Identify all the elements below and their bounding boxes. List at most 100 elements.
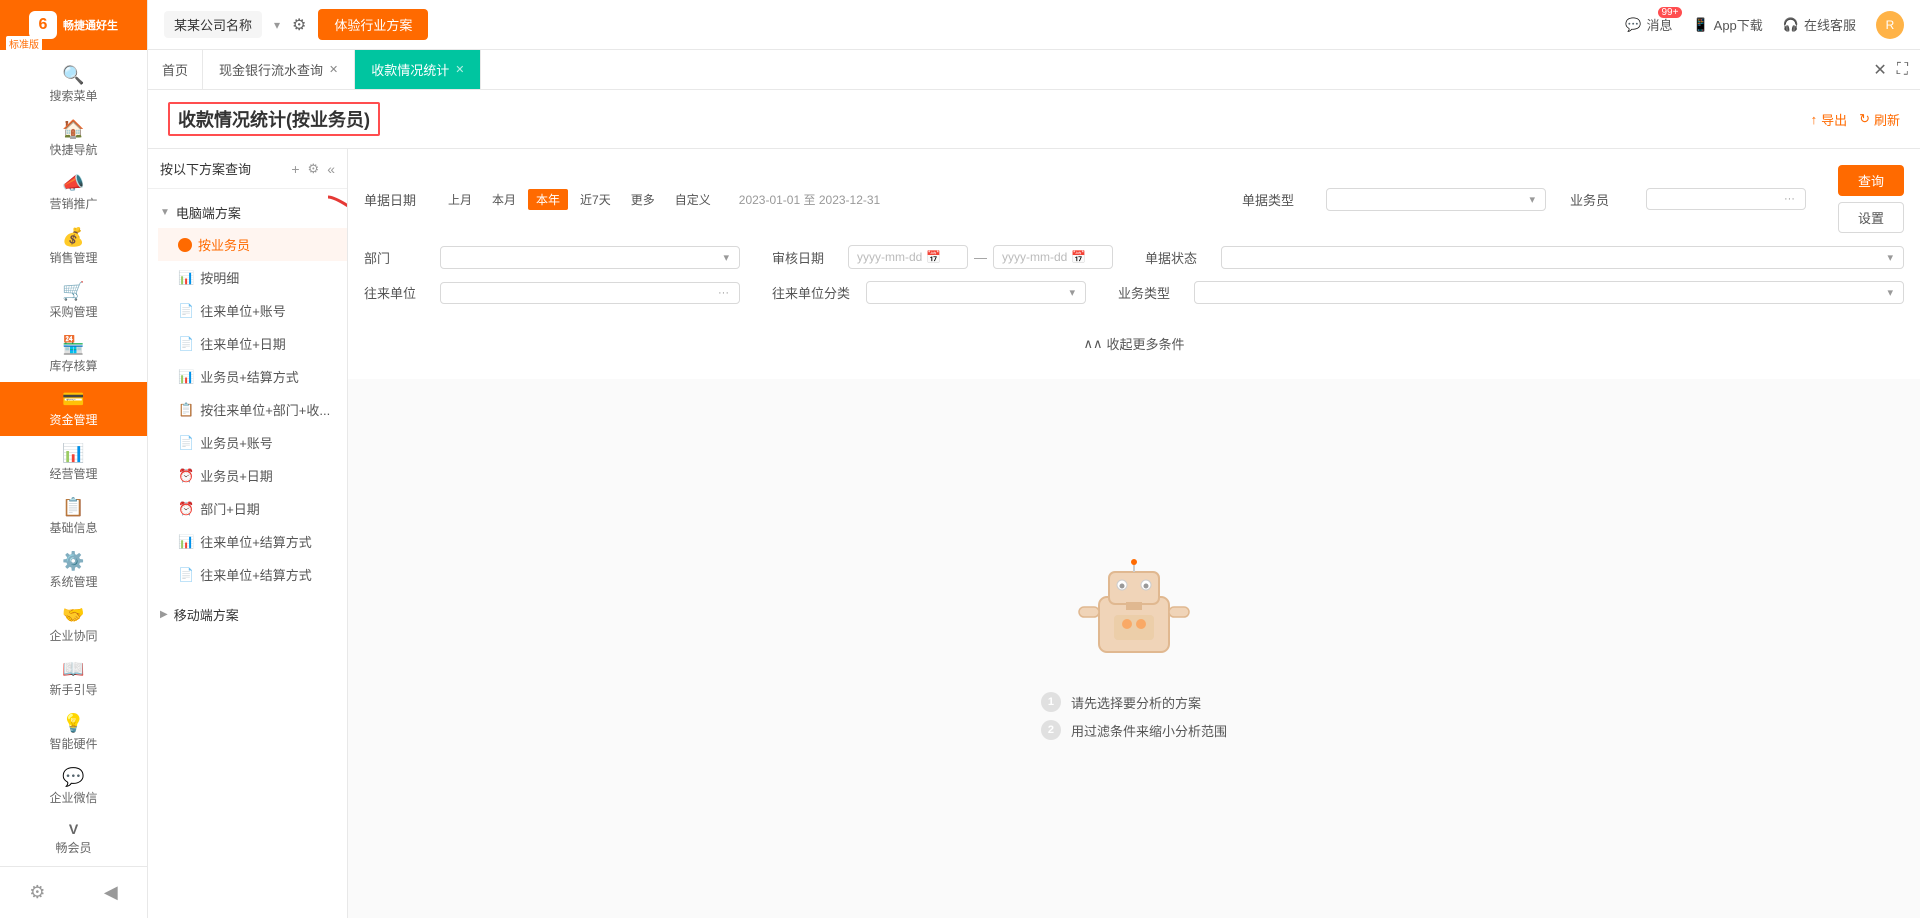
bill-type-chevron: ▾ bbox=[1529, 193, 1535, 206]
settings-button[interactable]: 设置 bbox=[1838, 202, 1904, 233]
sidebar-item-quick-nav[interactable]: 🏠 快捷导航 bbox=[0, 112, 147, 166]
scheme-add-icon[interactable]: + bbox=[291, 161, 299, 177]
tab-bank-flow[interactable]: 现金银行流水查询 ✕ bbox=[203, 50, 355, 89]
app-download-action[interactable]: 📱 App下载 bbox=[1692, 15, 1762, 34]
scheme-item-unit-settle2[interactable]: 📄 往来单位+结算方式 bbox=[158, 558, 347, 591]
sidebar-item-label: 经营管理 bbox=[49, 465, 97, 482]
sidebar-collapse-btn[interactable]: ◀ bbox=[99, 877, 123, 908]
export-label: 导出 bbox=[1821, 110, 1847, 129]
bill-type-select[interactable]: ▾ bbox=[1326, 188, 1546, 211]
scheme-item-unit-account[interactable]: 📄 往来单位+账号 bbox=[158, 294, 347, 327]
sidebar-item-wechat[interactable]: 💬 企业微信 bbox=[0, 760, 147, 814]
sidebar-settings-btn[interactable]: ⚙ bbox=[24, 877, 50, 908]
scheme-collapse-icon[interactable]: « bbox=[327, 161, 335, 177]
export-button[interactable]: ↑ 导出 bbox=[1811, 110, 1848, 129]
date-btn-more[interactable]: 更多 bbox=[623, 189, 663, 210]
expand-window-icon[interactable]: ⛶ bbox=[1897, 61, 1908, 79]
sidebar-item-operation[interactable]: 📊 经营管理 bbox=[0, 436, 147, 490]
scheme-item-unit-settle[interactable]: 📊 往来单位+结算方式 bbox=[158, 525, 347, 558]
sidebar-item-label: 快捷导航 bbox=[49, 141, 97, 158]
sidebar-item-label: 搜索菜单 bbox=[49, 87, 97, 104]
scheme-item-unit-dept-collect[interactable]: 📋 按往来单位+部门+收... bbox=[158, 393, 347, 426]
sidebar-item-label: 系统管理 bbox=[49, 573, 97, 590]
tab-collection-close[interactable]: ✕ bbox=[455, 63, 464, 76]
review-date-from[interactable]: yyyy-mm-dd 📅 bbox=[848, 245, 968, 269]
date-btn-last-month[interactable]: 上月 bbox=[440, 189, 480, 210]
sidebar-item-inventory[interactable]: 🏪 库存核算 bbox=[0, 328, 147, 382]
sidebar-item-enterprise[interactable]: 🤝 企业协同 bbox=[0, 598, 147, 652]
company-dropdown-icon[interactable]: ▾ bbox=[274, 18, 280, 32]
collapse-row[interactable]: ∧∧ 收起更多条件 bbox=[364, 324, 1904, 363]
page-header: 收款情况统计(按业务员) ↑ 导出 ↻ 刷新 bbox=[148, 90, 1920, 149]
tab-bank-flow-close[interactable]: ✕ bbox=[329, 63, 338, 76]
tab-home[interactable]: 首页 bbox=[148, 50, 203, 89]
bill-status-chevron: ▾ bbox=[1887, 251, 1893, 264]
sidebar-item-purchase[interactable]: 🛒 采购管理 bbox=[0, 274, 147, 328]
sidebar-item-vip[interactable]: V 畅会员 bbox=[0, 814, 147, 864]
scheme-item-salesman-date[interactable]: ⏰ 业务员+日期 bbox=[158, 459, 347, 492]
sidebar-item-label: 畅会员 bbox=[55, 839, 91, 856]
filter-area: 单据日期 上月 本月 本年 近7天 更多 自定义 2023-01-01 至 20… bbox=[348, 149, 1920, 379]
date-quick-btns: 上月 本月 本年 近7天 更多 自定义 bbox=[440, 189, 719, 210]
refresh-button[interactable]: ↻ 刷新 bbox=[1859, 110, 1900, 129]
trial-button[interactable]: 体验行业方案 bbox=[318, 9, 428, 40]
from-unit-chevron: ··· bbox=[718, 287, 729, 299]
scheme-group-mobile-header[interactable]: ▶ 移动端方案 bbox=[148, 599, 347, 630]
close-window-icon[interactable]: ✕ bbox=[1873, 60, 1886, 80]
scheme-item-label: 往来单位+日期 bbox=[200, 334, 286, 353]
dept-select[interactable]: ▾ bbox=[440, 246, 740, 269]
bill-status-select[interactable]: ▾ bbox=[1221, 246, 1904, 269]
scheme-item-salesman-account[interactable]: 📄 业务员+账号 bbox=[158, 426, 347, 459]
header-left: 某某公司名称 ▾ ⚙ 体验行业方案 bbox=[164, 9, 428, 40]
page-title: 收款情况统计(按业务员) bbox=[168, 102, 380, 136]
user-avatar[interactable]: R bbox=[1876, 11, 1904, 39]
scheme-item-label: 往来单位+账号 bbox=[200, 301, 286, 320]
sidebar-item-basic-info[interactable]: 📋 基础信息 bbox=[0, 490, 147, 544]
date-range-display: 2023-01-01 至 2023-12-31 bbox=[739, 191, 880, 208]
scheme-item-label: 往来单位+结算方式 bbox=[200, 565, 312, 584]
scheme-group-desktop-header[interactable]: ▼ 电脑端方案 bbox=[148, 197, 347, 228]
date-btn-custom[interactable]: 自定义 bbox=[667, 189, 719, 210]
step-2-text: 用过滤条件来缩小分析范围 bbox=[1071, 721, 1227, 740]
sidebar-item-marketing[interactable]: 📣 营销推广 bbox=[0, 166, 147, 220]
sidebar-item-label: 采购管理 bbox=[49, 303, 97, 320]
sidebar-item-finance[interactable]: 💳 资金管理 bbox=[0, 382, 147, 436]
date-btn-last-7days[interactable]: 近7天 bbox=[572, 189, 619, 210]
salesman-select[interactable]: ··· bbox=[1646, 188, 1806, 210]
scheme-item-salesman-settle[interactable]: 📊 业务员+结算方式 bbox=[158, 360, 347, 393]
sidebar-item-search-menu[interactable]: 🔍 搜索菜单 bbox=[0, 58, 147, 112]
collapse-label: 收起更多条件 bbox=[1107, 334, 1185, 353]
sidebar-item-sales[interactable]: 💰 销售管理 bbox=[0, 220, 147, 274]
from-unit-select[interactable]: ··· bbox=[440, 282, 740, 304]
by-detail-icon: 📊 bbox=[178, 270, 194, 286]
salesman-chevron: ··· bbox=[1784, 193, 1795, 205]
unit-settle-icon: 📊 bbox=[178, 534, 194, 550]
online-service-action[interactable]: 🎧 在线客服 bbox=[1783, 15, 1856, 34]
tab-bar-end: ✕ ⛶ bbox=[1861, 50, 1920, 89]
date-btn-this-year[interactable]: 本年 bbox=[528, 189, 568, 210]
query-button[interactable]: 查询 bbox=[1838, 165, 1904, 196]
edition-badge: 标准版 bbox=[6, 36, 42, 51]
review-date-to[interactable]: yyyy-mm-dd 📅 bbox=[993, 245, 1113, 269]
scheme-item-label: 业务员+日期 bbox=[200, 466, 273, 485]
basic-info-icon: 📋 bbox=[62, 498, 84, 516]
scheme-item-by-salesman[interactable]: 按业务员 bbox=[158, 228, 347, 261]
inventory-icon: 🏪 bbox=[62, 336, 84, 354]
sidebar-item-system[interactable]: ⚙️ 系统管理 bbox=[0, 544, 147, 598]
scheme-panel: 按以下方案查询 + ⚙ « ▼ 电脑端方案 按业务员 bbox=[148, 149, 348, 918]
marketing-icon: 📣 bbox=[62, 174, 84, 192]
scheme-item-unit-date[interactable]: 📄 往来单位+日期 bbox=[158, 327, 347, 360]
scheme-settings-icon[interactable]: ⚙ bbox=[308, 161, 320, 177]
scheme-item-dept-date[interactable]: ⏰ 部门+日期 bbox=[158, 492, 347, 525]
date-btn-this-month[interactable]: 本月 bbox=[484, 189, 524, 210]
business-type-select[interactable]: ▾ bbox=[1194, 281, 1904, 304]
calendar-icon-from: 📅 bbox=[926, 250, 941, 264]
service-icon: 🎧 bbox=[1783, 17, 1799, 33]
tab-collection-stats[interactable]: 收款情况统计 ✕ bbox=[355, 50, 481, 89]
header-settings-icon[interactable]: ⚙ bbox=[292, 15, 306, 35]
messages-action[interactable]: 💬 消息 99+ bbox=[1625, 15, 1672, 34]
sidebar-item-guide[interactable]: 📖 新手引导 bbox=[0, 652, 147, 706]
sidebar-item-hardware[interactable]: 💡 智能硬件 bbox=[0, 706, 147, 760]
from-unit-category-select[interactable]: ▾ bbox=[866, 281, 1086, 304]
scheme-item-by-detail[interactable]: 📊 按明细 bbox=[158, 261, 347, 294]
